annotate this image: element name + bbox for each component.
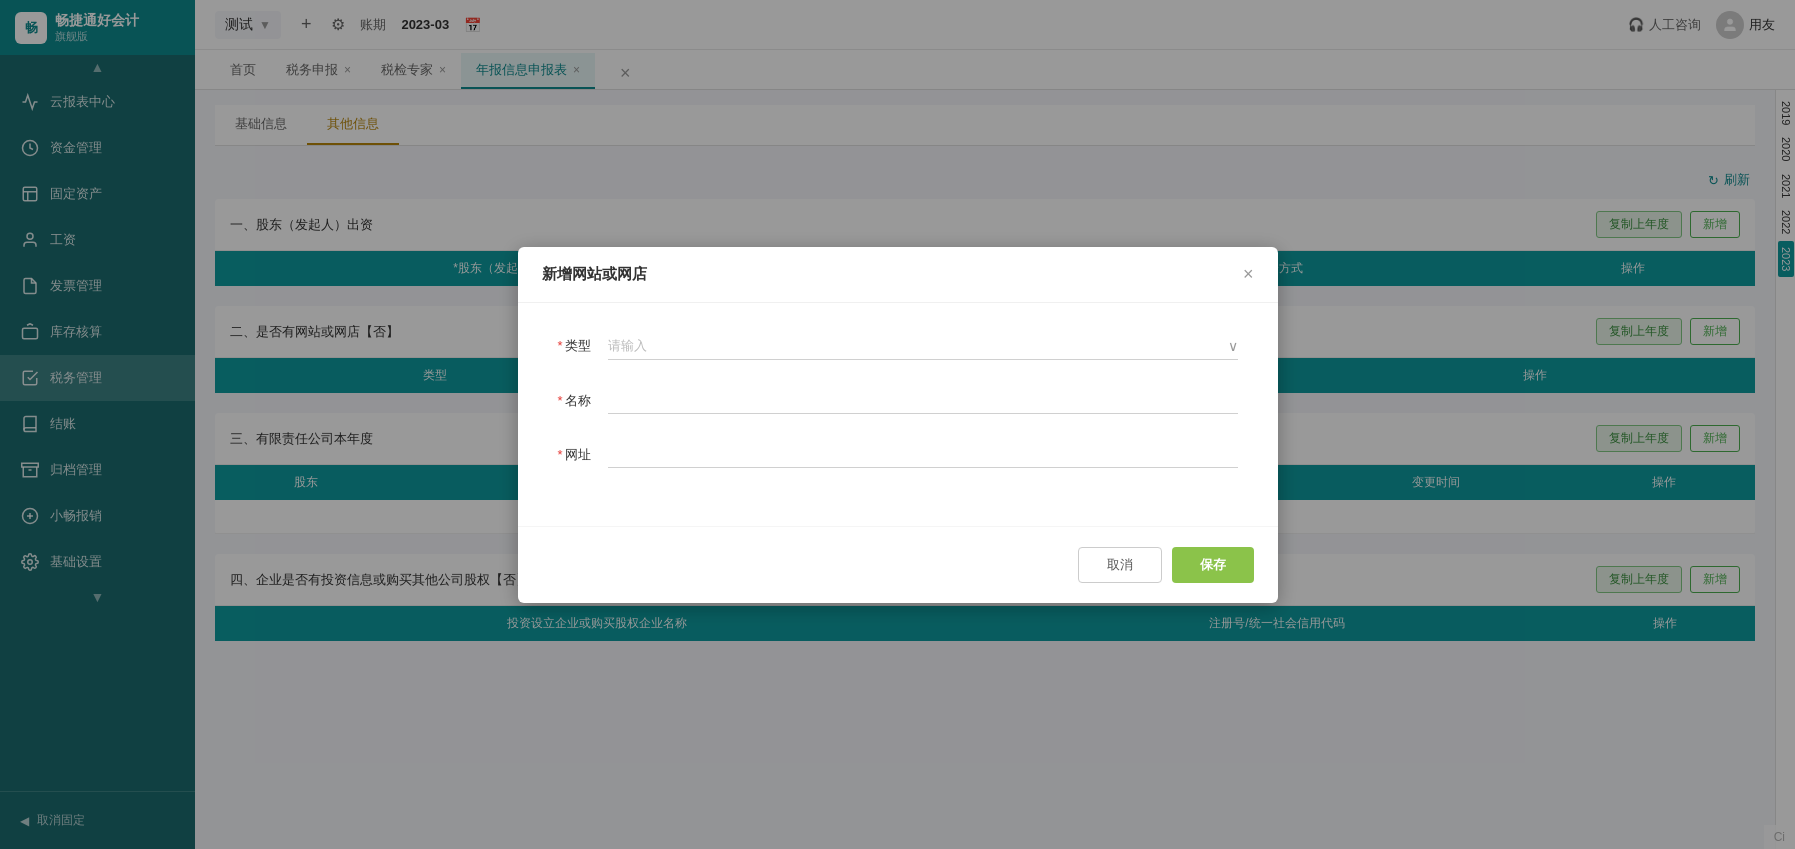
field-url: *网址: [558, 442, 1238, 468]
type-dropdown-icon[interactable]: ∨: [1228, 338, 1238, 354]
type-input-wrapper: ∨: [608, 333, 1238, 360]
dialog-title: 新增网站或网店: [542, 265, 647, 284]
url-input-wrapper: [608, 442, 1238, 468]
dialog-overlay: 新增网站或网店 × *类型 ∨: [0, 0, 1795, 849]
save-btn[interactable]: 保存: [1172, 547, 1254, 583]
dialog-close-btn[interactable]: ×: [1243, 265, 1254, 283]
type-input[interactable]: [608, 338, 1228, 353]
dialog-body: *类型 ∨ *名称: [518, 303, 1278, 526]
dialog-footer: 取消 保存: [518, 526, 1278, 603]
dialog-header: 新增网站或网店 ×: [518, 247, 1278, 303]
url-input[interactable]: [608, 447, 1238, 462]
dialog-add-website: 新增网站或网店 × *类型 ∨: [518, 247, 1278, 603]
cancel-btn[interactable]: 取消: [1078, 547, 1162, 583]
name-input-wrapper: [608, 388, 1238, 414]
field-name: *名称: [558, 388, 1238, 414]
field-type: *类型 ∨: [558, 333, 1238, 360]
name-input[interactable]: [608, 393, 1238, 408]
